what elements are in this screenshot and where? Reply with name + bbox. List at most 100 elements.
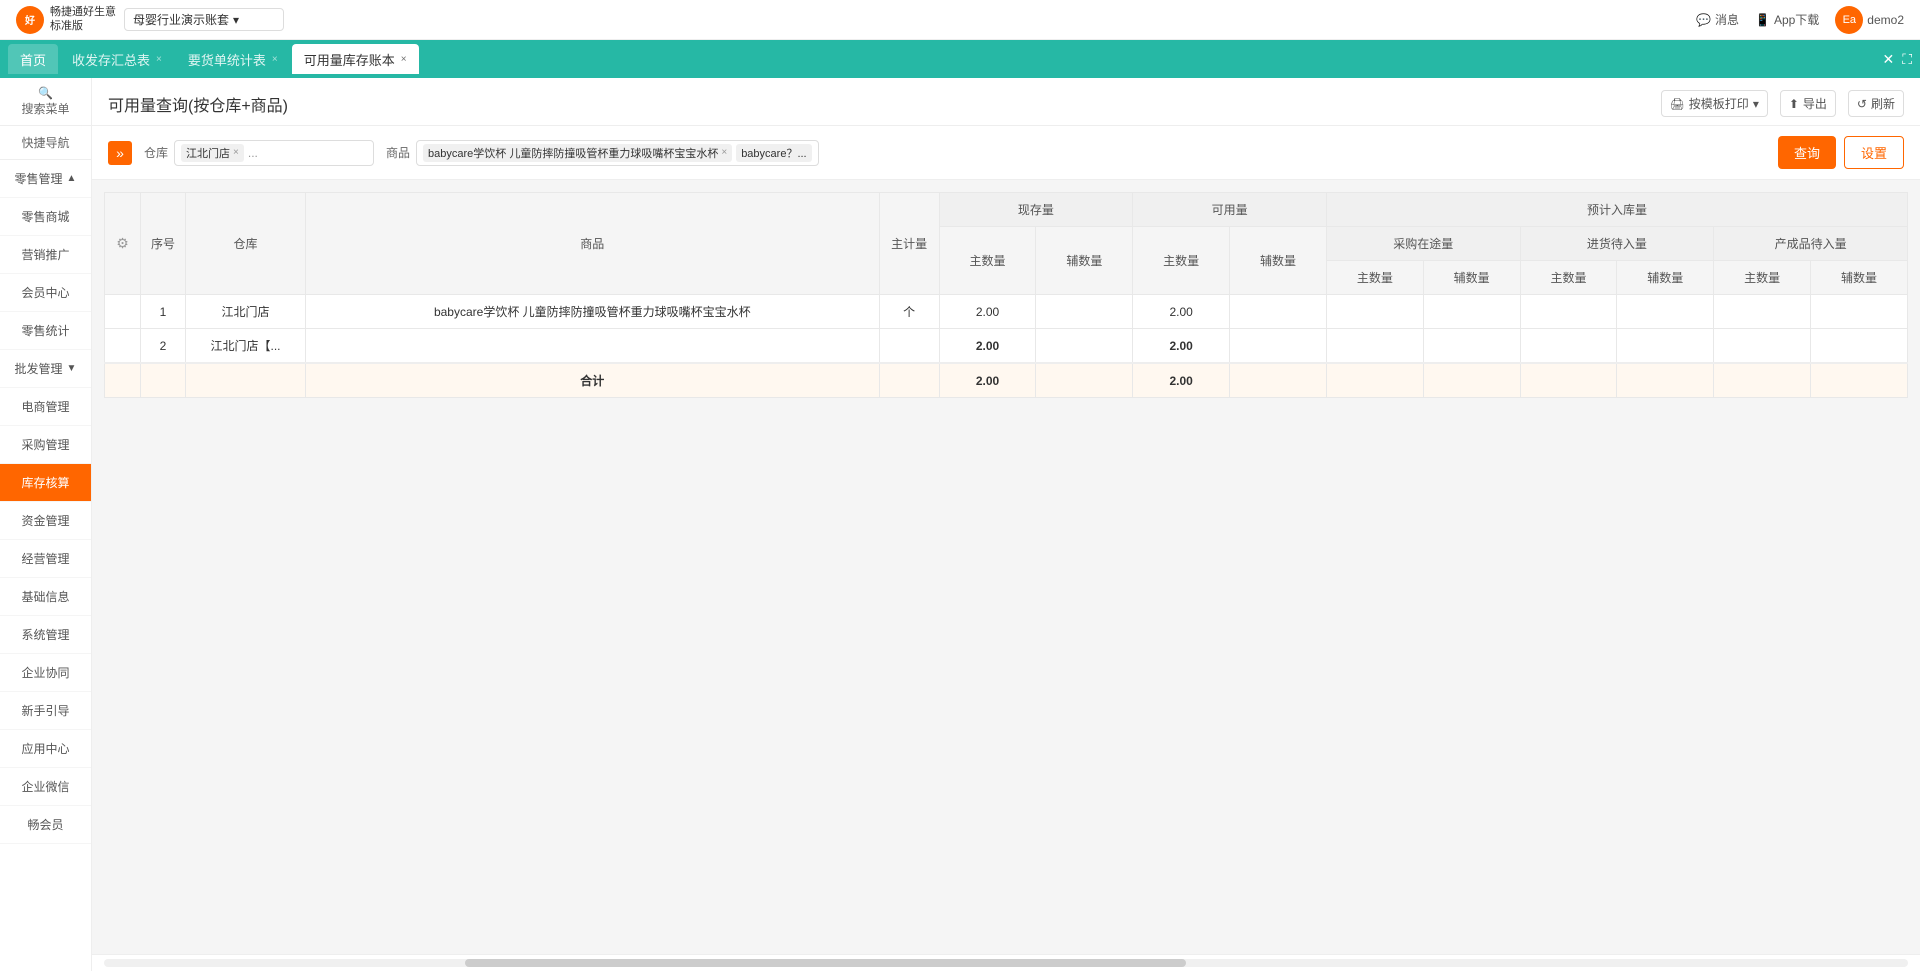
- sidebar-item-purchase[interactable]: 采购管理: [0, 426, 91, 464]
- tab-close-icon[interactable]: ×: [401, 54, 407, 65]
- sidebar-item-label: 基础信息: [21, 588, 69, 605]
- product-tags-input[interactable]: babycare学饮杯 儿童防摔防撞吸管杯重力球吸嘴杯宝宝水杯 × babyca…: [416, 140, 819, 166]
- tab-close-icon[interactable]: ×: [156, 54, 162, 65]
- col-current-sub-header: 辅数量: [1036, 227, 1133, 295]
- cell-purchase-main: [1326, 329, 1423, 364]
- tab-home[interactable]: 首页: [8, 44, 58, 74]
- sidebar-item-system-mgmt[interactable]: 系统管理: [0, 616, 91, 654]
- chevron-icon: ▼: [67, 363, 77, 374]
- sidebar-quick-nav[interactable]: 快捷导航: [0, 126, 91, 160]
- settings-icon: ⚙: [116, 235, 129, 251]
- tab-label: 收发存汇总表: [72, 50, 150, 69]
- sidebar-item-enterprise-collab[interactable]: 企业协同: [0, 654, 91, 692]
- warehouse-tag: 江北门店 ×: [181, 144, 244, 162]
- sidebar-item-marketing[interactable]: 营销推广: [0, 236, 91, 274]
- sidebar-item-basic-info[interactable]: 基础信息: [0, 578, 91, 616]
- table-scrollbar-area: [92, 954, 1920, 971]
- sidebar-item-ecommerce[interactable]: 电商管理: [0, 388, 91, 426]
- sidebar-item-label: 企业协同: [21, 664, 69, 681]
- col-purchase-sub-header: 辅数量: [1423, 261, 1520, 295]
- product-filter: 商品 babycare学饮杯 儿童防摔防撞吸管杯重力球吸嘴杯宝宝水杯 × bab…: [386, 140, 819, 166]
- logo-icon: 好: [16, 6, 44, 34]
- refresh-button[interactable]: ↺ 刷新: [1848, 90, 1904, 117]
- tab-order-stats[interactable]: 要货单统计表 ×: [176, 44, 290, 74]
- col-purchase-transit-header: 采购在途量: [1326, 227, 1520, 261]
- app-download-button[interactable]: 📱 App下载: [1755, 11, 1819, 28]
- col-unit-header: 主计量: [879, 193, 939, 295]
- product-tag-1-remove[interactable]: ×: [721, 147, 727, 158]
- query-button[interactable]: 查询: [1778, 136, 1836, 169]
- home-tab-label: 首页: [20, 50, 46, 69]
- sidebar-item-label: 应用中心: [21, 740, 69, 757]
- cell-product-sub: [1811, 329, 1908, 364]
- cell-incoming-main: [1520, 329, 1617, 364]
- sidebar-item-retail-mgmt[interactable]: 零售管理 ▲: [0, 160, 91, 198]
- table-area: ⚙ 序号 仓库 商品 主计量 现存量 可用量 预计入库量 主数量 辅数量 主数量: [92, 180, 1920, 954]
- logo-text: 畅捷通好生意 标准版: [50, 6, 116, 32]
- sidebar-item-label: 畅会员: [27, 816, 63, 833]
- col-planned-in-header: 预计入库量: [1326, 193, 1907, 227]
- sidebar-item-retail-stats[interactable]: 零售统计: [0, 312, 91, 350]
- avatar: Ea: [1835, 6, 1863, 34]
- cell-warehouse: 江北门店【...: [186, 329, 306, 364]
- tab-available-stock[interactable]: 可用量库存账本 ×: [292, 44, 419, 74]
- col-product-sub-header: 辅数量: [1811, 261, 1908, 295]
- message-button[interactable]: 💬 消息: [1696, 11, 1739, 28]
- sidebar-item-operations[interactable]: 经营管理: [0, 540, 91, 578]
- tab-label: 要货单统计表: [188, 50, 266, 69]
- sidebar-item-app-center[interactable]: 应用中心: [0, 730, 91, 768]
- tab-close-icon[interactable]: ×: [272, 54, 278, 65]
- cell-current-main: 2.00: [939, 295, 1036, 329]
- nav-tabs: 首页 收发存汇总表 × 要货单统计表 × 可用量库存账本 × ✕ ⛶: [0, 40, 1920, 78]
- table-row: 2 江北门店【... 2.00 2.00: [105, 329, 1908, 364]
- col-incoming-main-header: 主数量: [1520, 261, 1617, 295]
- export-button[interactable]: ⬆ 导出: [1780, 90, 1836, 117]
- warehouse-filter: 仓库 江北门店 × ...: [144, 140, 374, 166]
- print-button[interactable]: 🖨 按模板打印 ▾: [1661, 90, 1768, 117]
- col-settings-header[interactable]: ⚙: [105, 193, 141, 295]
- industry-selector[interactable]: 母婴行业演示账套 ▾: [124, 8, 284, 31]
- sidebar-search[interactable]: 🔍 搜索菜单: [0, 78, 91, 126]
- page-title: 可用量查询(按仓库+商品): [108, 92, 288, 116]
- sidebar-item-new-guide[interactable]: 新手引导: [0, 692, 91, 730]
- warehouse-more[interactable]: ...: [248, 146, 258, 160]
- sidebar-item-members[interactable]: 会员中心: [0, 274, 91, 312]
- footer-empty-1: [141, 363, 186, 398]
- setting-button[interactable]: 设置: [1844, 136, 1904, 169]
- user-profile[interactable]: Ea demo2: [1835, 6, 1904, 34]
- sidebar-item-label: 会员中心: [21, 284, 69, 301]
- sidebar-item-chang-member[interactable]: 畅会员: [0, 806, 91, 844]
- sidebar-item-enterprise-wechat[interactable]: 企业微信: [0, 768, 91, 806]
- table-row: 1 江北门店 babycare学饮杯 儿童防摔防撞吸管杯重力球吸嘴杯宝宝水杯 个…: [105, 295, 1908, 329]
- phone-icon: 📱: [1755, 13, 1770, 27]
- col-product-pending-header: 产成品待入量: [1714, 227, 1908, 261]
- sidebar-item-retail-mall[interactable]: 零售商城: [0, 198, 91, 236]
- cell-current-main: 2.00: [939, 329, 1036, 364]
- footer-product-sub: [1811, 363, 1908, 398]
- tab-receive-summary[interactable]: 收发存汇总表 ×: [60, 44, 174, 74]
- sidebar-item-inventory[interactable]: 库存核算: [0, 464, 91, 502]
- warehouse-tag-remove[interactable]: ×: [233, 147, 239, 158]
- sidebar-item-label: 新手引导: [21, 702, 69, 719]
- cell-settings: [105, 295, 141, 329]
- sidebar-item-label: 零售管理: [15, 170, 63, 187]
- fullscreen-button[interactable]: ⛶: [1902, 51, 1912, 68]
- cell-purchase-sub: [1423, 295, 1520, 329]
- scrollbar-thumb[interactable]: [465, 959, 1187, 967]
- close-all-tabs-button[interactable]: ✕: [1882, 51, 1894, 68]
- footer-settings: [105, 363, 141, 398]
- horizontal-scrollbar[interactable]: [104, 959, 1908, 967]
- footer-current-main: 2.00: [939, 363, 1036, 398]
- warehouse-tags-input[interactable]: 江北门店 × ...: [174, 140, 374, 166]
- sidebar-item-finance[interactable]: 资金管理: [0, 502, 91, 540]
- col-purchase-main-header: 主数量: [1326, 261, 1423, 295]
- search-icon: 🔍: [38, 86, 53, 100]
- footer-product-main: [1714, 363, 1811, 398]
- cell-product: [306, 329, 880, 364]
- sidebar-item-wholesale-mgmt[interactable]: 批发管理 ▼: [0, 350, 91, 388]
- filter-toggle-button[interactable]: »: [108, 141, 132, 165]
- col-current-main-header: 主数量: [939, 227, 1036, 295]
- col-product-main-header: 主数量: [1714, 261, 1811, 295]
- cell-available-main: 2.00: [1133, 295, 1230, 329]
- footer-purchase-main: [1326, 363, 1423, 398]
